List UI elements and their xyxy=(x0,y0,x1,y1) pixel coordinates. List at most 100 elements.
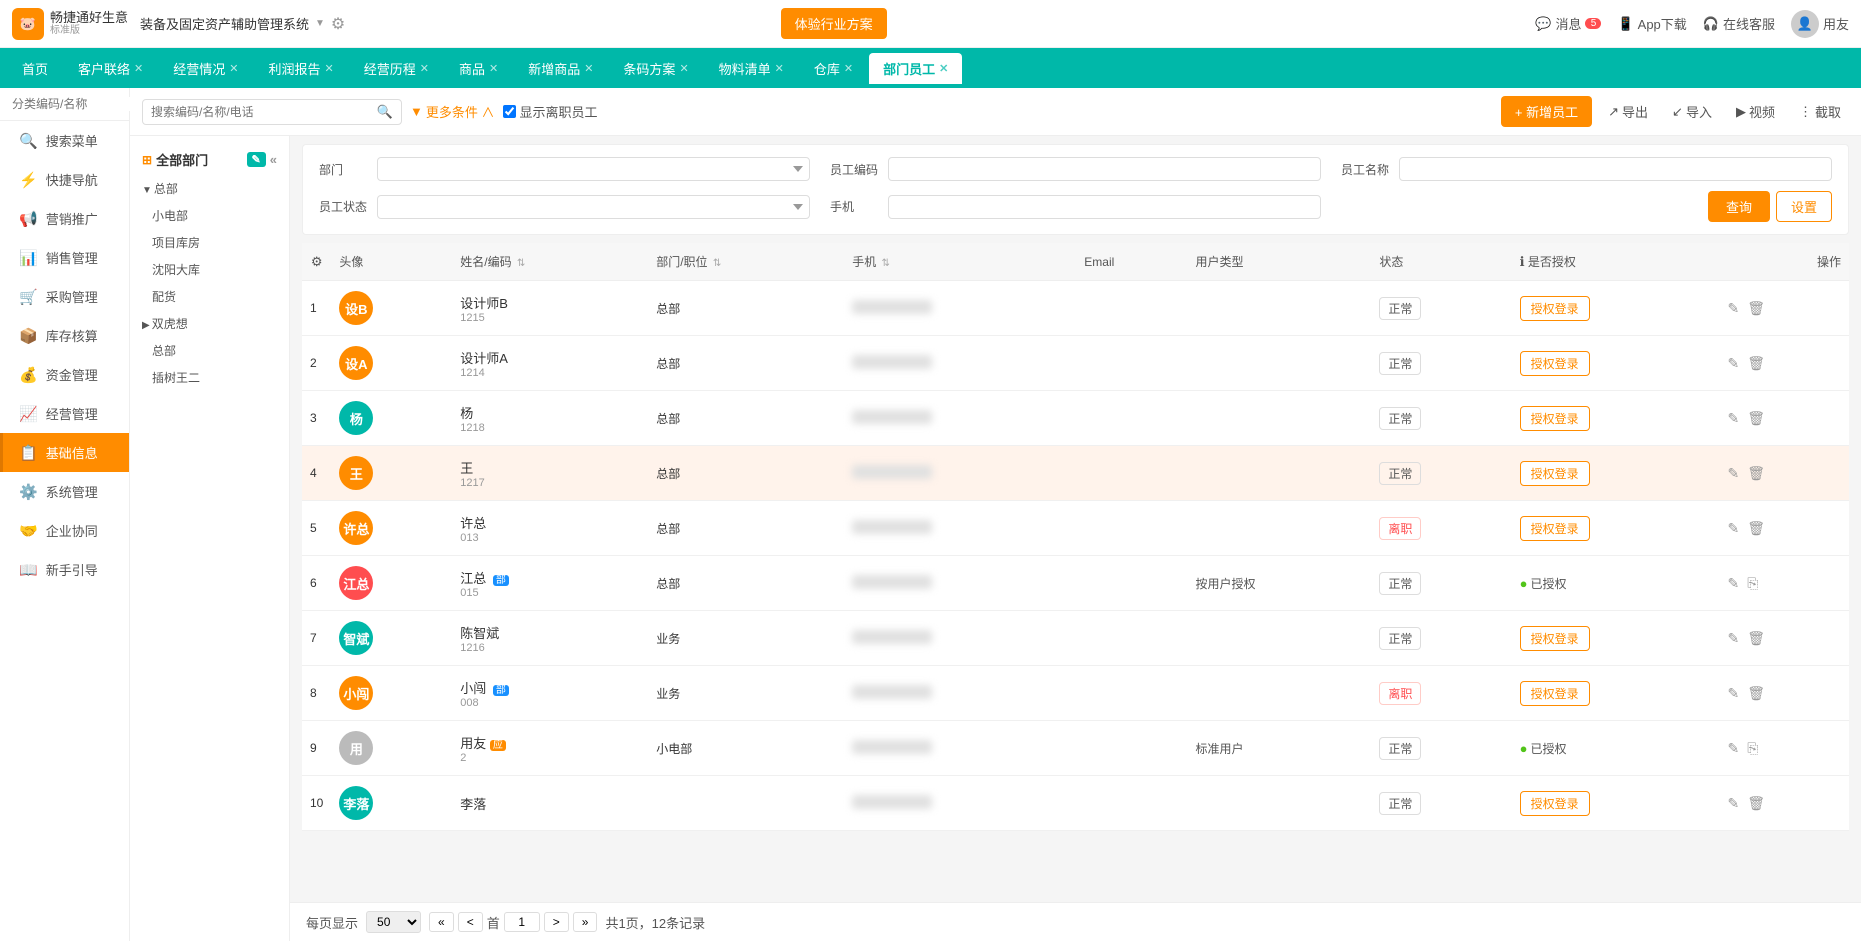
filter-empname-input[interactable] xyxy=(1399,157,1832,181)
sidebar-item-sales[interactable]: 📊 销售管理 xyxy=(0,238,129,277)
nav-item-warehouse[interactable]: 仓库 ✕ xyxy=(800,53,867,84)
nav-item-history[interactable]: 经营历程 ✕ xyxy=(350,53,443,84)
delete-icon[interactable]: 🗑 xyxy=(1747,355,1765,372)
dept-item-xiangmukufang[interactable]: 项目库房 xyxy=(130,229,289,256)
sidebar-item-basic-info[interactable]: 📋 基础信息 xyxy=(0,433,129,472)
sidebar-item-purchase[interactable]: 🛒 采购管理 xyxy=(0,277,129,316)
sidebar-item-finance[interactable]: 💰 资金管理 xyxy=(0,355,129,394)
col-settings[interactable]: ⚙ xyxy=(302,243,331,281)
prev-page-button[interactable]: < xyxy=(458,912,483,932)
video-button[interactable]: ▶ 视频 xyxy=(1728,102,1783,121)
sidebar-item-system[interactable]: ⚙️ 系统管理 xyxy=(0,472,129,511)
delete-icon[interactable]: 🗑 xyxy=(1747,300,1765,317)
dept-item-zongbu2[interactable]: 总部 xyxy=(130,337,289,364)
nav-item-home[interactable]: 首页 xyxy=(8,53,62,84)
message-button[interactable]: 💬 消息 5 xyxy=(1535,14,1601,33)
col-name[interactable]: 姓名/编码 ⇅ xyxy=(452,243,648,281)
dept-edit-icon[interactable]: ✎ xyxy=(247,152,266,167)
show-resigned-checkbox[interactable]: 显示离职员工 xyxy=(503,102,598,121)
close-icon[interactable]: ✕ xyxy=(775,62,784,75)
page-size-select[interactable]: 50 100 200 xyxy=(366,911,421,933)
delete-icon[interactable]: 🗑 xyxy=(1747,685,1765,702)
close-icon[interactable]: ✕ xyxy=(134,62,143,75)
set-button[interactable]: 设置 xyxy=(1776,191,1832,222)
page-input[interactable] xyxy=(504,912,540,932)
filter-dept-select[interactable] xyxy=(377,157,810,181)
dept-item-shuanghuxiang[interactable]: ▶双虎想 xyxy=(130,310,289,337)
edit-icon[interactable]: ✎ xyxy=(1728,520,1740,537)
query-button[interactable]: 查询 xyxy=(1708,191,1770,222)
resigned-checkbox[interactable] xyxy=(503,105,516,118)
export-button[interactable]: ↗ 导出 xyxy=(1600,102,1656,121)
col-phone[interactable]: 手机 ⇅ xyxy=(844,243,1076,281)
more-filter-button[interactable]: ▼ 更多条件 ∧ xyxy=(410,102,495,121)
edit-icon[interactable]: ✎ xyxy=(1728,575,1740,592)
close-icon[interactable]: ✕ xyxy=(489,62,498,75)
nav-item-profit[interactable]: 利润报告 ✕ xyxy=(254,53,347,84)
first-page-button[interactable]: « xyxy=(429,912,454,932)
delete-icon[interactable]: 🗑 xyxy=(1747,630,1765,647)
close-icon[interactable]: ✕ xyxy=(939,62,948,75)
edit-icon[interactable]: ✎ xyxy=(1728,740,1740,757)
delete-icon[interactable]: 🗑 xyxy=(1747,465,1765,482)
col-dept[interactable]: 部门/职位 ⇅ xyxy=(648,243,844,281)
sidebar-item-collab[interactable]: 🤝 企业协同 xyxy=(0,511,129,550)
copy-icon[interactable]: ⎘ xyxy=(1747,575,1758,592)
sidebar-item-marketing[interactable]: 📢 营销推广 xyxy=(0,199,129,238)
nav-item-new-goods[interactable]: 新增商品 ✕ xyxy=(514,53,607,84)
edit-icon[interactable]: ✎ xyxy=(1728,300,1740,317)
edit-icon[interactable]: ✎ xyxy=(1728,630,1740,647)
dept-item-peihuo[interactable]: 配货 xyxy=(130,283,289,310)
close-icon[interactable]: ✕ xyxy=(584,62,593,75)
user-menu[interactable]: 👤 用友 xyxy=(1791,10,1849,38)
copy-icon[interactable]: ⎘ xyxy=(1747,740,1758,757)
auth-button[interactable]: 授权登录 xyxy=(1520,351,1590,376)
nav-item-barcode[interactable]: 条码方案 ✕ xyxy=(609,53,702,84)
nav-item-customer[interactable]: 客户联络 ✕ xyxy=(64,53,157,84)
sidebar-item-operations[interactable]: 📈 经营管理 xyxy=(0,394,129,433)
settings-icon[interactable]: ⚙ xyxy=(331,14,345,34)
filter-empcode-input[interactable] xyxy=(888,157,1321,181)
auth-button[interactable]: 授权登录 xyxy=(1520,516,1590,541)
dept-item-xiaodibu[interactable]: 小电部 xyxy=(130,202,289,229)
app-download-button[interactable]: 📱 App下载 xyxy=(1617,14,1686,33)
auth-button[interactable]: 授权登录 xyxy=(1520,681,1590,706)
auth-button[interactable]: 授权登录 xyxy=(1520,791,1590,816)
close-icon[interactable]: ✕ xyxy=(229,62,238,75)
next-page-button[interactable]: > xyxy=(544,912,569,932)
edit-icon[interactable]: ✎ xyxy=(1728,685,1740,702)
close-icon[interactable]: ✕ xyxy=(679,62,688,75)
system-dropdown-icon[interactable]: ▼ xyxy=(315,18,325,29)
sidebar-item-search[interactable]: 🔍 搜索菜单 xyxy=(0,121,129,160)
edit-icon[interactable]: ✎ xyxy=(1728,410,1740,427)
dept-item-chashuwang[interactable]: 插树王二 xyxy=(130,364,289,391)
sidebar-item-inventory[interactable]: 📦 库存核算 xyxy=(0,316,129,355)
filter-phone-input[interactable] xyxy=(888,195,1321,219)
filter-status-select[interactable] xyxy=(377,195,810,219)
search-input[interactable] xyxy=(151,105,373,119)
last-page-button[interactable]: » xyxy=(573,912,598,932)
auth-button[interactable]: 授权登录 xyxy=(1520,626,1590,651)
dept-item-shenyangdaku[interactable]: 沈阳大库 xyxy=(130,256,289,283)
nav-item-staff[interactable]: 部门员工 ✕ xyxy=(869,53,962,84)
auth-button[interactable]: 授权登录 xyxy=(1520,406,1590,431)
auth-button[interactable]: 授权登录 xyxy=(1520,461,1590,486)
close-icon[interactable]: ✕ xyxy=(420,62,429,75)
online-service-button[interactable]: 🎧 在线客服 xyxy=(1703,14,1775,33)
dept-item-zongbu[interactable]: ▼总部 xyxy=(130,175,289,202)
edit-icon[interactable]: ✎ xyxy=(1728,355,1740,372)
dept-collapse-icon[interactable]: « xyxy=(270,152,277,167)
delete-icon[interactable]: 🗑 xyxy=(1747,795,1765,812)
auth-button[interactable]: 授权登录 xyxy=(1520,296,1590,321)
edit-icon[interactable]: ✎ xyxy=(1728,795,1740,812)
sidebar-item-guide[interactable]: 📖 新手引导 xyxy=(0,550,129,589)
sidebar-item-quicknav[interactable]: ⚡ 快捷导航 xyxy=(0,160,129,199)
add-employee-button[interactable]: + 新增员工 xyxy=(1501,96,1592,127)
close-icon[interactable]: ✕ xyxy=(844,62,853,75)
delete-icon[interactable]: 🗑 xyxy=(1747,520,1765,537)
import-button[interactable]: ↙ 导入 xyxy=(1664,102,1720,121)
nav-item-situation[interactable]: 经营情况 ✕ xyxy=(159,53,252,84)
close-icon[interactable]: ✕ xyxy=(325,62,334,75)
more-button[interactable]: ⋮ 截取 xyxy=(1791,102,1849,121)
delete-icon[interactable]: 🗑 xyxy=(1747,410,1765,427)
